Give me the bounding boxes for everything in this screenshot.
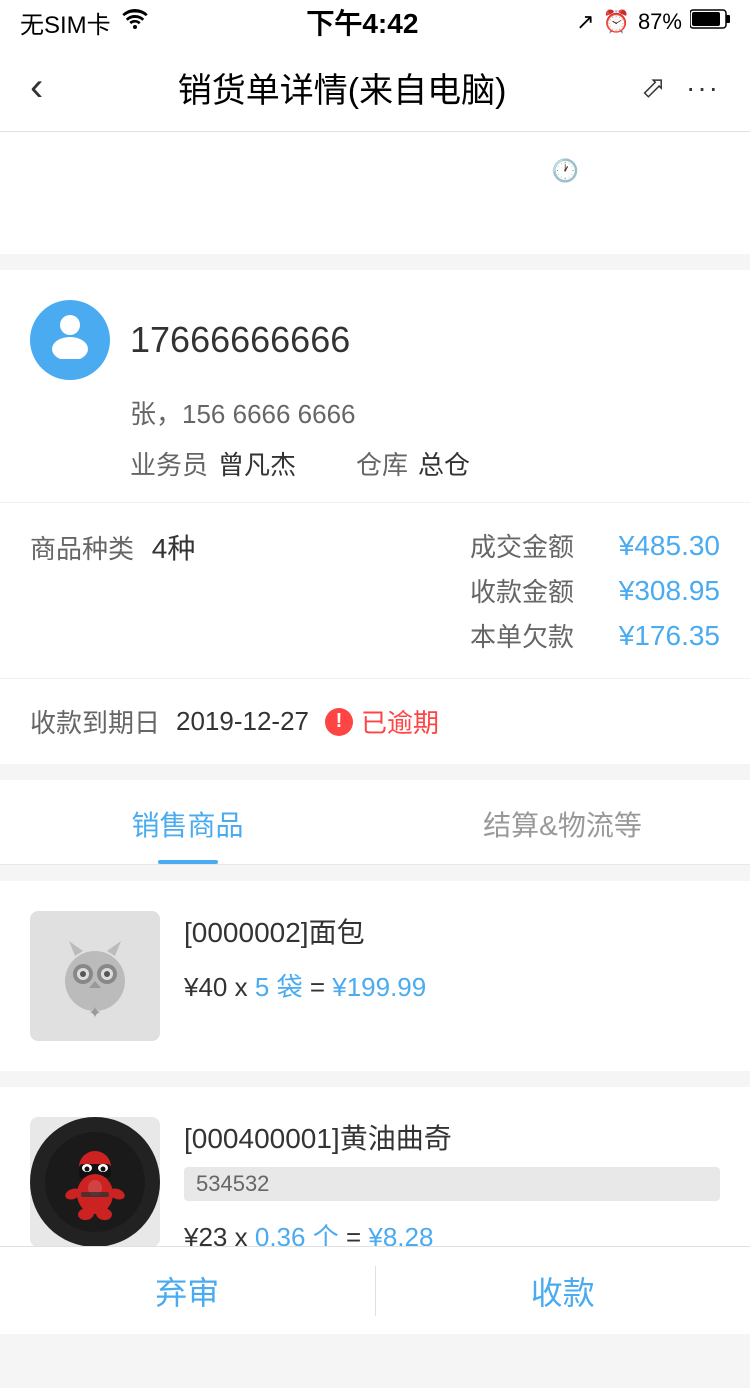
wifi-icon (121, 8, 149, 36)
price-base-bread: ¥40 (184, 972, 227, 1002)
status-bar: 无SIM卡 下午4:42 ↗ ⏰ 87% (0, 0, 750, 44)
checkmark2-icon: ✓ (432, 158, 458, 184)
tabs-container: 销售商品 结算&物流等 (0, 780, 750, 865)
nav-bar: ‹ 销货单详情(来自电脑) ⬀ ··· (0, 44, 750, 132)
product-list: ✦ [0000002]面包 ¥40 x 5 袋 = ¥199.99 (0, 881, 750, 1284)
product-type-label: 商品种类 (30, 534, 134, 564)
product-name-cookie: [000400001]黄油曲奇 (184, 1117, 720, 1157)
order-header-banner: SA-20191227-001 ✓ 已生效 ✓ 已出库 🕐 部分收款 单据日期：… (0, 132, 750, 254)
battery-text: 87% (638, 9, 682, 35)
due-date-value: 2019-12-27 (176, 706, 309, 737)
order-id: SA-20191227-001 (30, 152, 292, 189)
due-date-section: 收款到期日 2019-12-27 ! 已逾期 (0, 678, 750, 764)
product-price-bread: ¥40 x 5 袋 = ¥199.99 (184, 967, 720, 1004)
price-total-bread: ¥199.99 (332, 972, 426, 1002)
receipt-amount-label: 收款金额 (470, 572, 574, 609)
customer-phone: 17666666666 (130, 319, 350, 361)
nav-left: ‹ (30, 65, 43, 110)
deal-amount-label: 成交金额 (470, 527, 574, 564)
owed-amount-row: 本单欠款 ¥176.35 (470, 617, 720, 654)
product-name-bread: [0000002]面包 (184, 911, 720, 951)
badge-shipped: ✓ 已出库 (432, 153, 536, 188)
product-image-bread: ✦ (30, 911, 160, 1041)
status-bar-left: 无SIM卡 (20, 5, 149, 40)
receipt-amount-value: ¥308.95 (590, 575, 720, 607)
page-title: 销货单详情(来自电脑) (178, 63, 507, 112)
price-qty-bread: 5 (255, 972, 269, 1002)
product-logo-circle (30, 1117, 160, 1247)
location-icon: ↗ (576, 9, 594, 35)
owed-amount-value: ¥176.35 (590, 620, 720, 652)
warehouse-value: 总仓 (418, 445, 470, 482)
product-sku-cookie: 534532 (184, 1167, 720, 1201)
overdue-icon: ! (325, 708, 353, 736)
overdue-text: 已逾期 (361, 703, 439, 740)
product-details: [0000002]面包 ¥40 x 5 袋 = ¥199.99 (184, 911, 720, 1041)
owed-amount-label: 本单欠款 (470, 617, 574, 654)
due-date-label: 收款到期日 (30, 703, 160, 740)
svg-text:✦: ✦ (88, 1005, 101, 1022)
clock-icon: 🕐 (552, 158, 579, 184)
back-button[interactable]: ‹ (30, 65, 43, 110)
battery-icon (690, 8, 730, 36)
salesperson-value: 曾凡杰 (218, 445, 296, 482)
tab-settlement-logistics[interactable]: 结算&物流等 (375, 780, 750, 864)
price-unit-bread: 袋 (277, 972, 303, 1002)
person-icon (45, 309, 95, 371)
customer-meta: 业务员 曾凡杰 仓库 总仓 (30, 445, 720, 482)
share-button[interactable]: ⬀ (641, 70, 666, 105)
warehouse-label: 仓库 (356, 445, 408, 482)
status-time: 下午4:42 (306, 2, 418, 42)
customer-avatar (30, 300, 110, 380)
receipt-amount-row: 收款金额 ¥308.95 (470, 572, 720, 609)
product-item: ✦ [0000002]面包 ¥40 x 5 袋 = ¥199.99 (0, 881, 750, 1071)
signal-text: 无SIM卡 (20, 5, 111, 40)
checkmark-icon: ✓ (312, 158, 338, 184)
more-button[interactable]: ··· (686, 72, 720, 104)
stats-left: 商品种类 4种 (30, 527, 375, 654)
nav-right: ⬀ ··· (641, 70, 720, 105)
overdue-badge: ! 已逾期 (325, 703, 439, 740)
status-badges: ✓ 已生效 ✓ 已出库 🕐 部分收款 (312, 153, 681, 188)
order-date-info: 单据日期：2019-12-27 | 打印 2 次 (30, 199, 720, 234)
collect-payment-button[interactable]: 收款 (376, 1247, 750, 1334)
product-details-cookie: [000400001]黄油曲奇 534532 ¥23 x 0.36 个 = ¥8… (184, 1117, 720, 1254)
product-image-cookie (30, 1117, 160, 1247)
customer-name: 张，156 6666 6666 (30, 394, 720, 431)
deal-amount-row: 成交金额 ¥485.30 (470, 527, 720, 564)
badge-partial-receipt: 🕐 部分收款 (552, 153, 681, 188)
cancel-review-button[interactable]: 弃审 (0, 1247, 375, 1334)
stats-right: 成交金额 ¥485.30 收款金额 ¥308.95 本单欠款 ¥176.35 (375, 527, 720, 654)
tab-sales-products[interactable]: 销售商品 (0, 780, 375, 864)
badge-effective: ✓ 已生效 (312, 153, 416, 188)
product-type-value: 4种 (152, 533, 196, 564)
salesperson-label: 业务员 (130, 445, 208, 482)
status-bar-right: ↗ ⏰ 87% (576, 8, 730, 36)
deal-amount-value: ¥485.30 (590, 530, 720, 562)
customer-section: 17666666666 张，156 6666 6666 业务员 曾凡杰 仓库 总… (0, 270, 750, 764)
alarm-icon: ⏰ (603, 9, 630, 35)
stats-section: 商品种类 4种 成交金额 ¥485.30 收款金额 ¥308.95 本单欠款 ¥… (0, 502, 750, 678)
bottom-bar: 弃审 收款 (0, 1246, 750, 1334)
